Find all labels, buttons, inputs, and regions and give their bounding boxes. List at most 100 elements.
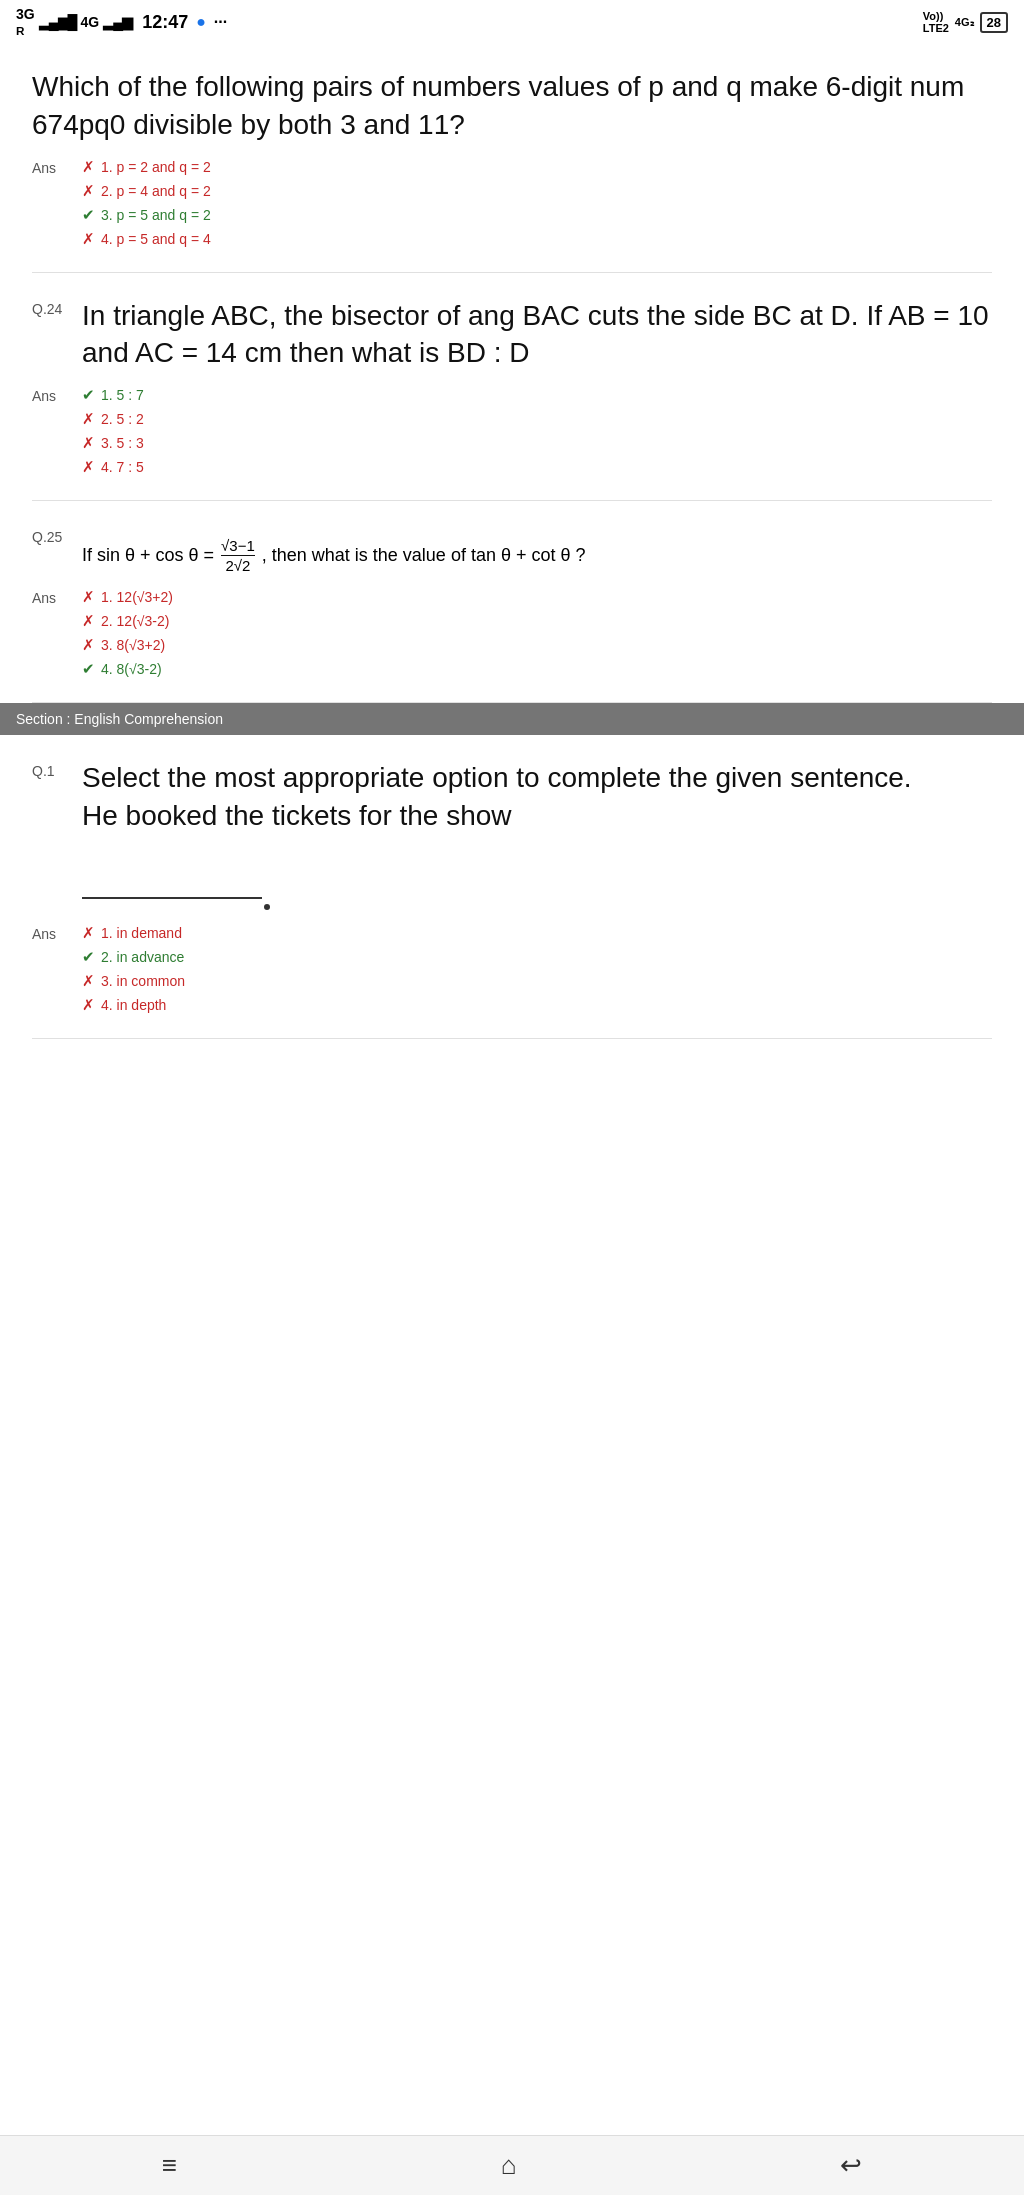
q24-option-1: ✔ 1. 5 : 7 — [82, 386, 144, 404]
q25-option-2-label: 2. 12(√3-2) — [101, 613, 169, 629]
q23-ans-row: Ans ✗ 1. p = 2 and q = 2 ✗ 2. p = 4 and … — [32, 158, 992, 248]
q23-option-2: ✗ 2. p = 4 and q = 2 — [82, 182, 211, 200]
q25-option-4-label: 4. 8(√3-2) — [101, 661, 162, 677]
q23-ans-label: Ans — [32, 158, 82, 176]
q24-ans-row: Ans ✔ 1. 5 : 7 ✗ 2. 5 : 2 ✗ 3. 5 : 3 ✗ 4… — [32, 386, 992, 476]
q24-option-2: ✗ 2. 5 : 2 — [82, 410, 144, 428]
q23-option-3-label: 3. p = 5 and q = 2 — [101, 207, 211, 223]
time: 12:47 — [142, 12, 188, 33]
q23-header: Which of the following pairs of numbers … — [32, 68, 992, 144]
english-q1-option-3: ✗ 3. in common — [82, 972, 185, 990]
signal-4g: 4G — [81, 14, 100, 30]
back-icon[interactable]: ↩ — [840, 2150, 862, 2181]
q25-option-1-label: 1. 12(√3+2) — [101, 589, 173, 605]
status-left: 3GR ▂▄▆█ 4G ▂▄▆ 12:47 ● ··· — [16, 6, 227, 38]
q23-option-4-label: 4. p = 5 and q = 4 — [101, 231, 211, 247]
q24-ans-label: Ans — [32, 386, 82, 404]
english-q1-option-2: ✔ 2. in advance — [82, 948, 185, 966]
q25-options: ✗ 1. 12(√3+2) ✗ 2. 12(√3-2) ✗ 3. 8(√3+2)… — [82, 588, 173, 678]
english-q1-option-4-label: 4. in depth — [101, 997, 166, 1013]
q24-header: Q.24 In triangle ABC, the bisector of an… — [32, 297, 992, 373]
check-icon-q24-1: ✔ — [82, 386, 95, 404]
english-q1-option-3-label: 3. in common — [101, 973, 185, 989]
cross-icon-q24-3: ✗ — [82, 434, 95, 452]
question-block-q23: Which of the following pairs of numbers … — [32, 44, 992, 273]
check-icon-eng-2: ✔ — [82, 948, 95, 966]
cross-icon-q24-4: ✗ — [82, 458, 95, 476]
section-label: Section : English Comprehension — [16, 711, 223, 727]
q25-option-2: ✗ 2. 12(√3-2) — [82, 612, 173, 630]
q24-option-1-label: 1. 5 : 7 — [101, 387, 144, 403]
q23-option-1: ✗ 1. p = 2 and q = 2 — [82, 158, 211, 176]
signal-bars-1: ▂▄▆█ — [39, 14, 77, 30]
cross-icon-eng-4: ✗ — [82, 996, 95, 1014]
q25-option-3: ✗ 3. 8(√3+2) — [82, 636, 173, 654]
q25-option-4: ✔ 4. 8(√3-2) — [82, 660, 173, 678]
signal-3g: 3GR — [16, 6, 35, 38]
english-q1-option-4: ✗ 4. in depth — [82, 996, 185, 1014]
q25-ans-row: Ans ✗ 1. 12(√3+2) ✗ 2. 12(√3-2) ✗ 3. 8(√… — [32, 588, 992, 678]
q25-math-text2: , then what is the value of tan θ + cot … — [262, 545, 586, 566]
cross-icon-q24-2: ✗ — [82, 410, 95, 428]
q23-option-4: ✗ 4. p = 5 and q = 4 — [82, 230, 211, 248]
q24-option-2-label: 2. 5 : 2 — [101, 411, 144, 427]
q24-options: ✔ 1. 5 : 7 ✗ 2. 5 : 2 ✗ 3. 5 : 3 ✗ 4. 7 … — [82, 386, 144, 476]
main-content: Which of the following pairs of numbers … — [0, 44, 1024, 1039]
cross-icon-q23-1: ✗ — [82, 158, 95, 176]
bottom-nav: ≡ ⌂ ↩ — [0, 2135, 1024, 2195]
blank-underline — [82, 897, 262, 899]
english-q1-ans-label: Ans — [32, 924, 82, 942]
home-icon[interactable]: ⌂ — [501, 2150, 517, 2181]
q25-math-question: If sin θ + cos θ = √3−1 2√2 , then what … — [82, 525, 585, 574]
q24-option-4-label: 4. 7 : 5 — [101, 459, 144, 475]
q23-options: ✗ 1. p = 2 and q = 2 ✗ 2. p = 4 and q = … — [82, 158, 211, 248]
q24-text: In triangle ABC, the bisector of ang BAC… — [82, 297, 992, 373]
english-q1-text: Select the most appropriate option to co… — [82, 759, 992, 910]
q23-option-2-label: 2. p = 4 and q = 2 — [101, 183, 211, 199]
q24-option-3: ✗ 3. 5 : 3 — [82, 434, 144, 452]
cross-icon-q23-2: ✗ — [82, 182, 95, 200]
q24-number: Q.24 — [32, 297, 82, 317]
cross-icon-eng-1: ✗ — [82, 924, 95, 942]
q25-math-text: If sin θ + cos θ = — [82, 545, 214, 566]
battery-badge: 28 — [980, 12, 1008, 33]
english-q1-ans-row: Ans ✗ 1. in demand ✔ 2. in advance ✗ 3. … — [32, 924, 992, 1014]
q23-text: Which of the following pairs of numbers … — [32, 68, 992, 144]
english-q1-block: Q.1 Select the most appropriate option t… — [32, 735, 992, 1039]
english-q1-header: Q.1 Select the most appropriate option t… — [32, 759, 992, 910]
check-icon-q25-4: ✔ — [82, 660, 95, 678]
signal-bars-2: ▂▄▆ — [103, 14, 132, 30]
cross-icon-eng-3: ✗ — [82, 972, 95, 990]
lte2: 4G₂ — [955, 16, 974, 29]
q25-number: Q.25 — [32, 525, 82, 545]
menu-icon[interactable]: ≡ — [162, 2150, 177, 2181]
location-icon: ● — [196, 13, 206, 31]
volte: Vo))LTE2 — [923, 10, 949, 34]
q25-fraction-den: 2√2 — [225, 556, 250, 574]
question-block-q25: Q.25 If sin θ + cos θ = √3−1 2√2 , then … — [32, 501, 992, 703]
q25-option-1: ✗ 1. 12(√3+2) — [82, 588, 173, 606]
q23-option-3: ✔ 3. p = 5 and q = 2 — [82, 206, 211, 224]
english-q1-option-2-label: 2. in advance — [101, 949, 184, 965]
status-right: Vo))LTE2 4G₂ 28 — [923, 10, 1008, 34]
dots: ··· — [214, 13, 227, 31]
q25-ans-label: Ans — [32, 588, 82, 606]
q24-option-4: ✗ 4. 7 : 5 — [82, 458, 144, 476]
cross-icon-q25-3: ✗ — [82, 636, 95, 654]
blank-dot — [264, 904, 270, 910]
question-block-q24: Q.24 In triangle ABC, the bisector of an… — [32, 273, 992, 502]
cross-icon-q25-1: ✗ — [82, 588, 95, 606]
english-q1-option-1: ✗ 1. in demand — [82, 924, 185, 942]
cross-icon-q25-2: ✗ — [82, 612, 95, 630]
section-bar: Section : English Comprehension — [0, 703, 1024, 735]
check-icon-q23-3: ✔ — [82, 206, 95, 224]
cross-icon-q23-4: ✗ — [82, 230, 95, 248]
status-bar: 3GR ▂▄▆█ 4G ▂▄▆ 12:47 ● ··· Vo))LTE2 4G₂… — [0, 0, 1024, 44]
q25-fraction-num: √3−1 — [221, 537, 255, 556]
english-q1-options: ✗ 1. in demand ✔ 2. in advance ✗ 3. in c… — [82, 924, 185, 1014]
q25-option-3-label: 3. 8(√3+2) — [101, 637, 165, 653]
q25-header: Q.25 If sin θ + cos θ = √3−1 2√2 , then … — [32, 525, 992, 574]
english-q1-option-1-label: 1. in demand — [101, 925, 182, 941]
english-q1-number: Q.1 — [32, 759, 82, 779]
q23-option-1-label: 1. p = 2 and q = 2 — [101, 159, 211, 175]
